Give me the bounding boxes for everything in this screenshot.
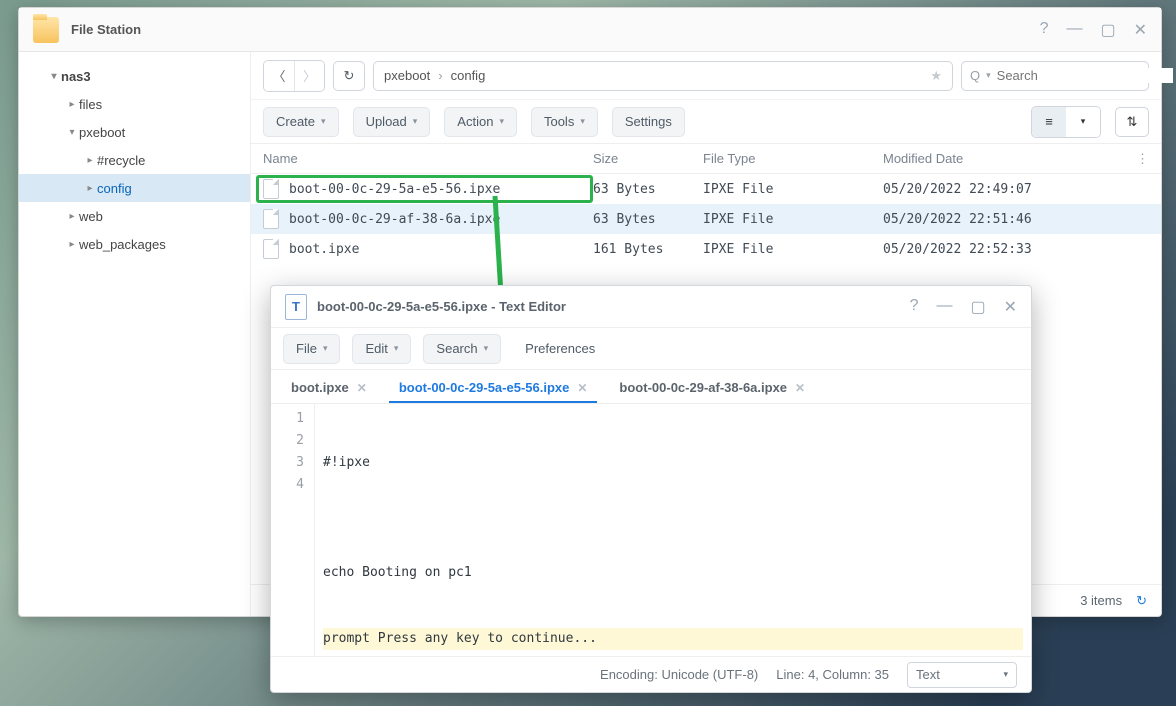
action-button[interactable]: Action▾ (444, 107, 517, 137)
search-icon: Q (970, 68, 980, 83)
tree-item-files[interactable]: ▸ files (19, 90, 250, 118)
file-icon (263, 179, 279, 199)
search-input[interactable] (997, 68, 1173, 83)
caret-right-icon: ▸ (85, 155, 95, 166)
search-menu[interactable]: Search▾ (423, 334, 501, 364)
nav-back-button[interactable]: 〈 (264, 61, 294, 91)
text-editor-window: T boot-00-0c-29-5a-e5-56.ipxe - Text Edi… (270, 285, 1032, 693)
editor-toolbar: File▾ Edit▾ Search▾ Preferences (271, 328, 1031, 370)
caret-right-icon: ▸ (67, 99, 77, 110)
address-toolbar: 〈 〉 ↻ pxeboot › config ★ Q▾ (251, 52, 1161, 100)
tab-close-icon[interactable]: ✕ (357, 381, 367, 395)
preferences-button[interactable]: Preferences (513, 334, 607, 364)
file-icon (263, 209, 279, 229)
chevron-down-icon[interactable]: ▾ (986, 70, 991, 81)
file-row[interactable]: boot-00-0c-29-af-38-6a.ipxe 63 Bytes IPX… (251, 204, 1161, 234)
column-headers: Name Size File Type Modified Date (251, 144, 1161, 174)
item-count: 3 items (1080, 593, 1122, 608)
caret-right-icon: ▸ (67, 239, 77, 250)
breadcrumb[interactable]: pxeboot › config ★ (373, 61, 953, 91)
folder-tree: ▾ nas3 ▸ files ▾ pxeboot ▸ #recycle ▸ co… (19, 52, 251, 616)
caret-down-icon: ▾ (67, 127, 77, 138)
chevron-right-icon: › (438, 68, 442, 83)
nav-forward-button[interactable]: 〉 (294, 61, 324, 91)
tree-item-web-packages[interactable]: ▸ web_packages (19, 230, 250, 258)
upload-button[interactable]: Upload▾ (353, 107, 431, 137)
chevron-down-icon: ▾ (1003, 669, 1008, 680)
tree-item-pxeboot[interactable]: ▾ pxeboot (19, 118, 250, 146)
view-toggle-button[interactable]: ▾ (1066, 107, 1100, 137)
col-type[interactable]: File Type (703, 151, 883, 166)
create-button[interactable]: Create▾ (263, 107, 339, 137)
file-name-cell: boot-00-0c-29-af-38-6a.ipxe (263, 209, 593, 229)
cursor-position: Line: 4, Column: 35 (776, 667, 889, 682)
file-name-cell: boot.ipxe (263, 239, 593, 259)
code-area[interactable]: #!ipxe echo Booting on pc1 prompt Press … (315, 404, 1031, 656)
tree-item-nas3[interactable]: ▾ nas3 (19, 62, 250, 90)
syntax-select[interactable]: Text ▾ (907, 662, 1017, 688)
file-name-cell: boot-00-0c-29-5a-e5-56.ipxe (256, 175, 593, 203)
text-editor-title: boot-00-0c-29-5a-e5-56.ipxe - Text Edito… (317, 299, 566, 314)
star-icon[interactable]: ★ (930, 68, 942, 84)
editor-tab[interactable]: boot-00-0c-29-af-38-6a.ipxe ✕ (609, 374, 815, 403)
maximize-icon[interactable]: ▢ (970, 297, 985, 317)
caret-right-icon: ▸ (67, 211, 77, 222)
text-editor-icon: T (285, 294, 307, 320)
col-name[interactable]: Name (263, 151, 593, 166)
minimize-icon[interactable]: — (936, 297, 952, 317)
editor-tab[interactable]: boot-00-0c-29-5a-e5-56.ipxe ✕ (389, 374, 598, 403)
line-gutter: 1234 (271, 404, 315, 656)
search-box[interactable]: Q▾ (961, 61, 1149, 91)
crumb-pxeboot[interactable]: pxeboot (384, 68, 430, 83)
close-icon[interactable]: ✕ (1134, 20, 1147, 40)
tree-item-recycle[interactable]: ▸ #recycle (19, 146, 250, 174)
tab-close-icon[interactable]: ✕ (577, 381, 587, 395)
text-editor-titlebar[interactable]: T boot-00-0c-29-5a-e5-56.ipxe - Text Edi… (271, 286, 1031, 328)
file-row[interactable]: boot-00-0c-29-5a-e5-56.ipxe 63 Bytes IPX… (251, 174, 1161, 204)
file-row[interactable]: boot.ipxe 161 Bytes IPXE File 05/20/2022… (251, 234, 1161, 264)
col-size[interactable]: Size (593, 151, 703, 166)
file-icon (263, 239, 279, 259)
col-modified[interactable]: Modified Date (883, 151, 1125, 166)
folder-icon (33, 17, 59, 43)
refresh-icon[interactable]: ↻ (1136, 593, 1147, 609)
settings-button[interactable]: Settings (612, 107, 685, 137)
minimize-icon[interactable]: — (1066, 20, 1082, 40)
tree-item-web[interactable]: ▸ web (19, 202, 250, 230)
caret-down-icon: ▾ (49, 71, 59, 82)
sort-button[interactable]: ⇅ (1115, 107, 1149, 137)
reload-button[interactable]: ↻ (333, 61, 365, 91)
list-view-button[interactable] (1032, 107, 1066, 137)
code-editor[interactable]: 1234 #!ipxe echo Booting on pc1 prompt P… (271, 404, 1031, 656)
edit-menu[interactable]: Edit▾ (352, 334, 411, 364)
encoding-label: Encoding: Unicode (UTF-8) (600, 667, 758, 682)
action-toolbar: Create▾ Upload▾ Action▾ Tools▾ Settings … (251, 100, 1161, 144)
tools-button[interactable]: Tools▾ (531, 107, 598, 137)
editor-tabs: boot.ipxe ✕ boot-00-0c-29-5a-e5-56.ipxe … (271, 370, 1031, 404)
tab-close-icon[interactable]: ✕ (795, 381, 805, 395)
tree-item-config[interactable]: ▸ config (19, 174, 250, 202)
maximize-icon[interactable]: ▢ (1100, 20, 1115, 40)
editor-status-bar: Encoding: Unicode (UTF-8) Line: 4, Colum… (271, 656, 1031, 692)
help-icon[interactable]: ? (1040, 20, 1049, 40)
file-menu[interactable]: File▾ (283, 334, 340, 364)
crumb-config[interactable]: config (451, 68, 486, 83)
column-menu-icon[interactable] (1125, 151, 1149, 167)
caret-right-icon: ▸ (85, 183, 95, 194)
file-station-titlebar[interactable]: File Station ? — ▢ ✕ (19, 8, 1161, 52)
help-icon[interactable]: ? (910, 297, 919, 317)
editor-tab[interactable]: boot.ipxe ✕ (281, 374, 377, 403)
window-title: File Station (71, 22, 141, 37)
close-icon[interactable]: ✕ (1004, 297, 1017, 317)
